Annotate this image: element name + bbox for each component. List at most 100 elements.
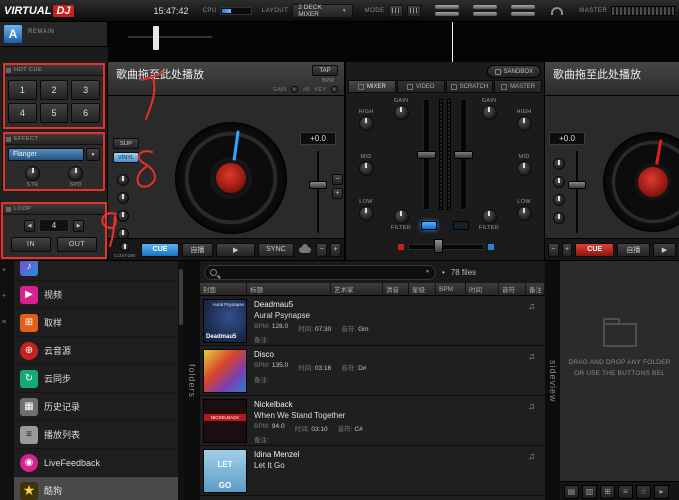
- column-cover[interactable]: 封面: [200, 283, 247, 295]
- sidebar-item-video[interactable]: ▶ 视频: [14, 281, 178, 309]
- custom-control[interactable]: CUSTOM: [111, 241, 138, 258]
- deck-b-gain-knob[interactable]: [481, 105, 497, 120]
- hot-cue-5-button[interactable]: 5: [39, 103, 69, 123]
- grid-view-icon[interactable]: ⊞: [600, 484, 615, 499]
- favorites-icon[interactable]: ☆: [636, 484, 651, 499]
- key-knob[interactable]: [331, 86, 338, 93]
- column-bpm[interactable]: BPM: [436, 283, 466, 295]
- hot-cue-panel-header[interactable]: HOT CUE: [3, 65, 105, 76]
- sidebar-item-playlists[interactable]: ≡ 播放列表: [14, 421, 178, 449]
- sideview-tab[interactable]: sideview: [545, 261, 561, 500]
- deck-a-track-title[interactable]: 歌曲拖至此处播放: [116, 66, 204, 82]
- deck-b-mid-knob[interactable]: [516, 160, 532, 176]
- column-key[interactable]: 音符: [499, 283, 526, 295]
- crossfader[interactable]: [398, 238, 494, 254]
- deck-a-filter-knob[interactable]: [393, 209, 409, 224]
- column-rating[interactable]: 星级: [409, 283, 436, 295]
- deck-b-track-title[interactable]: 歌曲拖至此处播放: [553, 66, 641, 82]
- gain-knob[interactable]: [291, 86, 299, 93]
- deck-a-plus-button[interactable]: +: [330, 242, 341, 257]
- deck-b-low-knob[interactable]: [516, 205, 532, 221]
- deck-b-cue-button[interactable]: CUE: [575, 242, 614, 257]
- layout-dropdown[interactable]: 2 DECK MIXER ▼: [292, 3, 353, 18]
- sandbox-button[interactable]: SANDBOX: [486, 65, 541, 78]
- play-button[interactable]: ▶: [216, 242, 256, 257]
- column-time[interactable]: 时间: [466, 283, 499, 295]
- deck-b-filter-knob[interactable]: [481, 209, 497, 224]
- add-item-button[interactable]: +: [2, 293, 12, 303]
- effect-strength-knob[interactable]: [25, 166, 40, 181]
- track-row[interactable]: LET GO Idina Menzel Let It Go ♫: [200, 446, 545, 496]
- deck-a-gain-knob[interactable]: [393, 105, 409, 120]
- vinyl-button[interactable]: VINYL: [113, 152, 139, 163]
- tap-button[interactable]: TAP: [312, 65, 338, 76]
- deck-b-knob-2[interactable]: [553, 176, 565, 188]
- deck-b-knob-1[interactable]: [553, 158, 565, 170]
- crossfader-handle[interactable]: [434, 239, 443, 253]
- sidebar-item-livefeedback[interactable]: ◉ LiveFeedback: [14, 449, 178, 477]
- deck-b-plus-button[interactable]: +: [561, 242, 573, 257]
- deck-a-low-knob[interactable]: [358, 205, 374, 221]
- sideview-panel[interactable]: DRAG AND DROP ANY FOLDER OR USE THE BUTT…: [560, 261, 679, 481]
- track-row[interactable]: Disco BPM: 135.0 时间: 03:16 音符: D# 备注: ♫: [200, 346, 545, 396]
- tab-video[interactable]: VIDEO: [396, 80, 445, 93]
- deck-b-pitch-handle[interactable]: [568, 181, 586, 189]
- deck-b-high-knob[interactable]: [516, 115, 532, 131]
- search-input[interactable]: [221, 267, 422, 277]
- deck-a-pitch-slider[interactable]: [309, 150, 327, 234]
- column-comment[interactable]: 备注: [526, 283, 545, 295]
- folder-view-icon[interactable]: ▤: [564, 484, 579, 499]
- deck-b-volume-fader[interactable]: [454, 151, 473, 159]
- tab-mixer[interactable]: MIXER: [348, 80, 396, 93]
- deck-a-high-knob[interactable]: [358, 115, 374, 131]
- deck-b-play-button[interactable]: ▶: [652, 242, 677, 257]
- deck-b-stutter-button[interactable]: 自播: [616, 242, 650, 257]
- track-row[interactable]: NICKELBACK Nickelback When We Stand Toge…: [200, 396, 545, 446]
- loop-out-button[interactable]: OUT: [57, 237, 97, 252]
- strip-menu-button[interactable]: ≡: [2, 319, 12, 329]
- effect-select[interactable]: Flanger: [8, 148, 84, 161]
- column-title[interactable]: 标题: [247, 283, 331, 295]
- zoom-slider-handle[interactable]: [153, 26, 159, 50]
- effect-dropdown-button[interactable]: ▼: [86, 148, 100, 161]
- hot-cue-3-button[interactable]: 3: [71, 80, 100, 100]
- split-view-icon[interactable]: ▥: [582, 484, 597, 499]
- deck-b-pfl-button[interactable]: [453, 221, 469, 230]
- sidebar-item-kugou[interactable]: ★ 酷狗: [14, 477, 178, 500]
- column-clean[interactable]: 清音: [383, 283, 409, 295]
- deck-b-knob-3[interactable]: [553, 194, 565, 206]
- search-options-icon[interactable]: ▼: [425, 269, 430, 275]
- deck-a-knob-2[interactable]: [117, 192, 129, 204]
- loop-in-button[interactable]: IN: [11, 237, 51, 252]
- deck-a-volume-fader[interactable]: [417, 151, 436, 159]
- folders-tab[interactable]: folders: [184, 261, 200, 500]
- slip-button[interactable]: SLIP: [113, 138, 139, 149]
- more-options-icon[interactable]: ▸: [654, 484, 669, 499]
- cue-button[interactable]: CUE: [141, 242, 179, 257]
- cloud-icon[interactable]: [298, 243, 312, 253]
- mode-grid-button[interactable]: [406, 4, 422, 17]
- loop-half-button[interactable]: ◀: [24, 219, 35, 232]
- deck-a-knob-3[interactable]: [117, 210, 129, 222]
- loop-double-button[interactable]: ▶: [73, 219, 84, 232]
- deck-b-pitch-slider[interactable]: [568, 150, 586, 234]
- deck-a-mid-knob[interactable]: [358, 160, 374, 176]
- sidebar-item-cloud-source[interactable]: ⊕ 云音源: [14, 337, 178, 365]
- deck-a-minus-button[interactable]: −: [316, 242, 328, 257]
- remain-label[interactable]: REMAIN: [28, 29, 54, 35]
- mode-wave-button[interactable]: [388, 4, 403, 17]
- custom-knob[interactable]: [119, 241, 130, 252]
- deck-b-knob-4[interactable]: [553, 212, 565, 224]
- hot-cue-6-button[interactable]: 6: [71, 103, 100, 123]
- headphones-icon[interactable]: [551, 6, 564, 15]
- effect-speed-knob[interactable]: [68, 166, 83, 181]
- hot-cue-1-button[interactable]: 1: [8, 80, 37, 100]
- sync-button[interactable]: SYNC: [258, 242, 294, 257]
- tab-scratch[interactable]: SCRATCH: [445, 80, 494, 93]
- search-box[interactable]: ▼: [204, 264, 436, 280]
- pitch-minus-button[interactable]: −: [332, 174, 343, 185]
- sidebar-item-history[interactable]: ▦ 历史记录: [14, 393, 178, 421]
- pitch-plus-button[interactable]: +: [332, 188, 343, 199]
- effect-panel-header[interactable]: EFFECT: [3, 134, 105, 145]
- column-artist[interactable]: 艺术家: [331, 283, 383, 295]
